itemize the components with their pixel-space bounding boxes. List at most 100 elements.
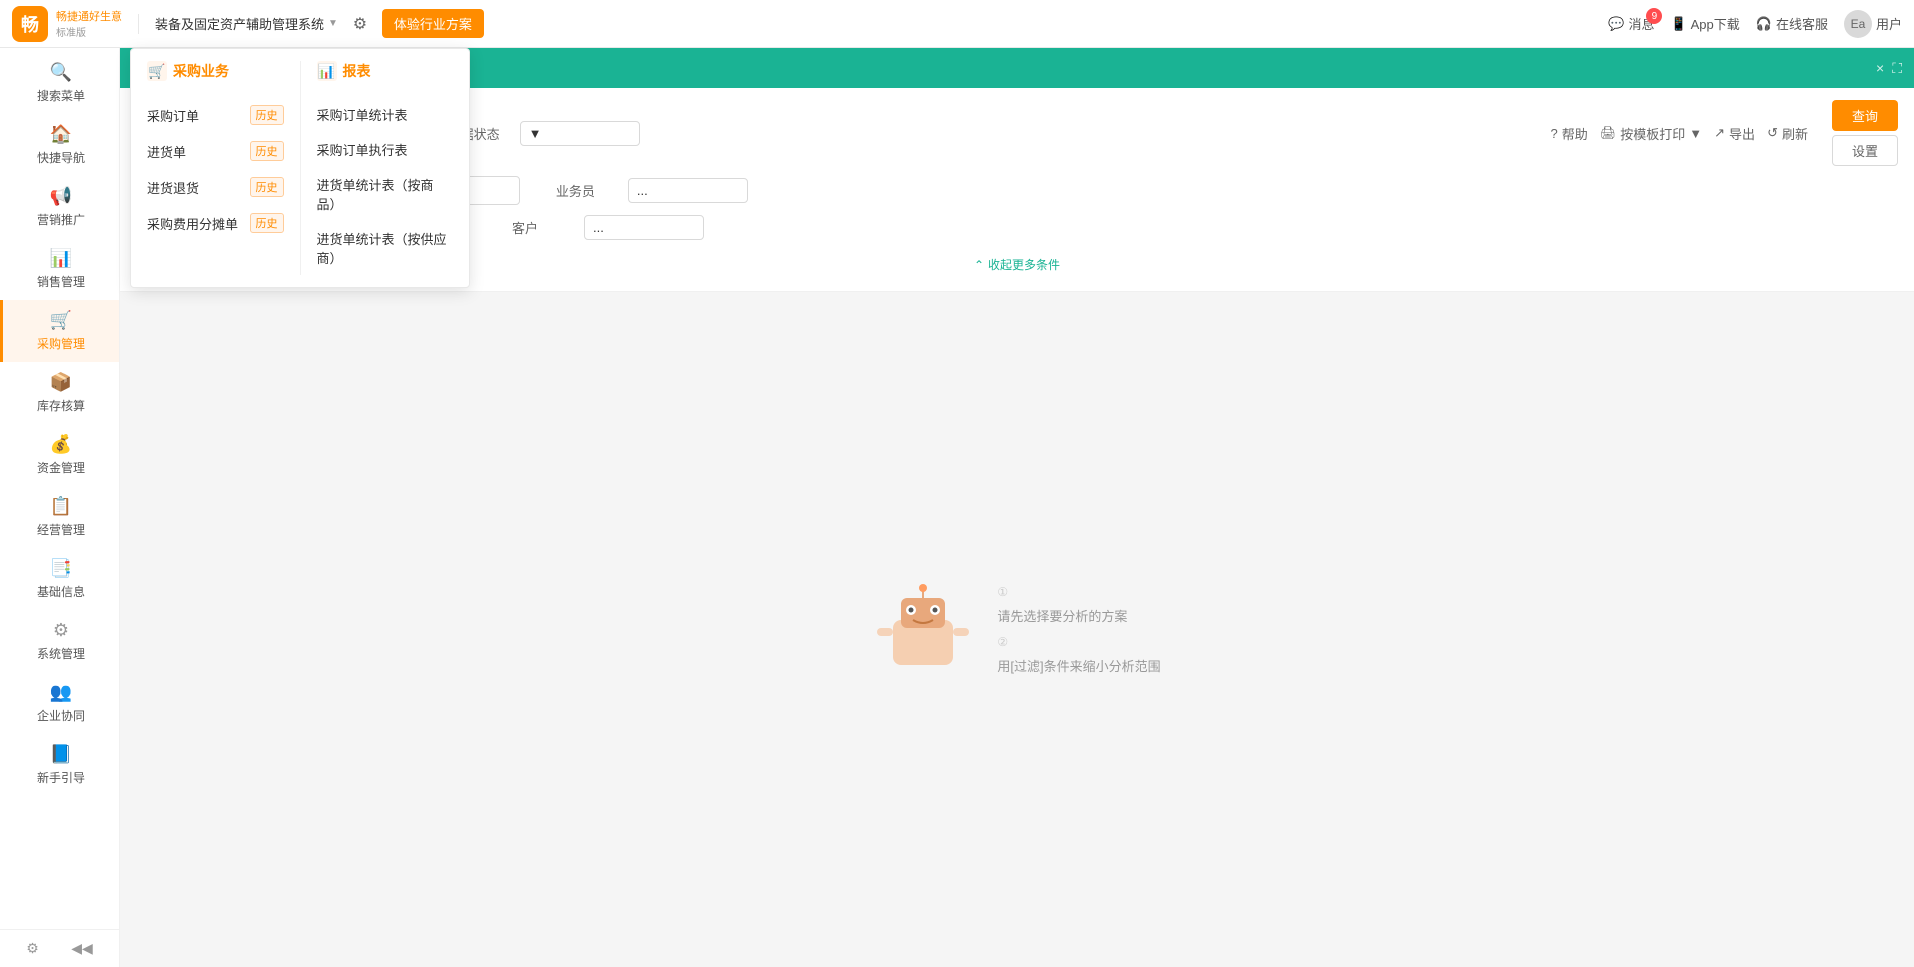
hist-badge: 历史: [250, 213, 284, 233]
dropdown-report-header: 📊 报表: [317, 61, 454, 87]
system-icon: ⚙: [53, 620, 69, 641]
refresh-label: 刷新: [1782, 124, 1808, 143]
menu-purchase-return[interactable]: 进货退货 历史: [147, 169, 284, 205]
top-nav-right: 💬 消息 9 📱 App下载 🎧 在线客服 Ea 用户: [1608, 10, 1902, 38]
app-logo: 畅 畅捷通好生意 标准版: [12, 6, 122, 42]
headset-icon: 🎧: [1756, 16, 1772, 32]
close-all-btn[interactable]: ×: [1876, 60, 1884, 76]
sidebar-item-inventory[interactable]: 📦 库存核算: [0, 362, 119, 424]
help-btn[interactable]: ? 帮助: [1550, 124, 1587, 143]
sidebar-item-quick-nav[interactable]: 🏠 快捷导航: [0, 114, 119, 176]
empty-hint-1: ① 请先选择要分析的方案: [997, 580, 1160, 630]
sidebar-item-cooperation[interactable]: 👥 企业协同: [0, 672, 119, 734]
sidebar-item-newbie[interactable]: 📘 新手引导: [0, 734, 119, 796]
business-icon: 🛒: [147, 61, 167, 81]
export-btn[interactable]: ↗ 导出: [1714, 124, 1755, 143]
sidebar-item-label: 搜索菜单: [37, 87, 85, 104]
sidebar-item-system[interactable]: ⚙ 系统管理: [0, 610, 119, 672]
online-service-btn[interactable]: 🎧 在线客服: [1756, 14, 1828, 33]
empty-content: ① 请先选择要分析的方案 ② 用[过滤]条件来缩小分析范围: [873, 580, 1160, 680]
refresh-icon: ↺: [1767, 125, 1778, 141]
empty-hint-2: ② 用[过滤]条件来缩小分析范围: [997, 630, 1160, 680]
customer-label: 客户: [512, 218, 572, 237]
chevron-down-icon: ▼: [328, 18, 338, 29]
sidebar: 🔍 搜索菜单 🏠 快捷导航 📢 营销推广 📊 销售管理 🛒 采购管理 📦: [0, 48, 120, 967]
ellipsis-icon: ...: [593, 220, 604, 235]
sidebar-item-label: 营销推广: [37, 211, 85, 228]
sidebar-collapse-btn[interactable]: ◀◀: [71, 940, 93, 957]
collapse-icon: ⌃: [974, 258, 984, 272]
basic-info-icon: 📑: [50, 558, 72, 579]
doc-status-select[interactable]: ▼: [520, 121, 640, 146]
sidebar-item-operations[interactable]: 📋 经营管理: [0, 486, 119, 548]
sidebar-item-label: 库存核算: [37, 397, 85, 414]
sidebar-settings-btn[interactable]: ⚙: [26, 940, 39, 957]
sidebar-item-label: 资金管理: [37, 459, 85, 476]
help-icon: ?: [1550, 126, 1557, 141]
settings-icon-btn[interactable]: ⚙: [346, 10, 374, 38]
sidebar-menu: 🔍 搜索菜单 🏠 快捷导航 📢 营销推广 📊 销售管理 🛒 采购管理 📦: [0, 48, 119, 929]
user-btn[interactable]: Ea 用户: [1844, 10, 1902, 38]
menu-order-stat[interactable]: 采购订单统计表: [317, 97, 454, 132]
menu-purchase-expense[interactable]: 采购费用分摊单 历史: [147, 205, 284, 241]
empty-illustration: [873, 580, 973, 680]
hist-badge: 历史: [250, 177, 284, 197]
app-download-label: App下载: [1691, 14, 1740, 33]
logo-icon: 畅: [12, 6, 48, 42]
sidebar-item-sales[interactable]: 📊 销售管理: [0, 238, 119, 300]
industry-btn[interactable]: 体验行业方案: [382, 9, 484, 38]
report-icon: 📊: [317, 61, 337, 81]
menu-purchase-receipt[interactable]: 进货单 历史: [147, 133, 284, 169]
sidebar-item-marketing[interactable]: 📢 营销推广: [0, 176, 119, 238]
logo-text: 畅捷通好生意: [56, 10, 122, 24]
top-navbar: 畅 畅捷通好生意 标准版 装备及固定资产辅助管理系统 ▼ ⚙ 体验行业方案 💬 …: [0, 0, 1914, 48]
robot-svg: [873, 580, 973, 680]
fullscreen-btn[interactable]: ⛶: [1892, 60, 1902, 77]
sidebar-item-label: 快捷导航: [37, 149, 85, 166]
salesperson-input[interactable]: ...: [628, 178, 748, 203]
print-btn[interactable]: 🖨 按模板打印 ▼: [1600, 124, 1702, 143]
refresh-btn[interactable]: ↺ 刷新: [1767, 124, 1808, 143]
purchase-dropdown-menu: 🛒 采购业务 采购订单 历史 进货单 历史 进货退货 历史 采购费用分摊单 历史: [130, 48, 470, 288]
hist-badge: 历史: [250, 141, 284, 161]
help-label: 帮助: [1562, 124, 1588, 143]
nav-divider: [138, 14, 139, 34]
inventory-icon: 📦: [50, 372, 72, 393]
system-title-dropdown[interactable]: 装备及固定资产辅助管理系统 ▼: [155, 14, 338, 33]
customer-input[interactable]: ...: [584, 215, 704, 240]
dropdown-cols: 🛒 采购业务 采购订单 历史 进货单 历史 进货退货 历史 采购费用分摊单 历史: [131, 61, 469, 275]
print-chevron: ▼: [1689, 126, 1702, 141]
top-nav-left: 畅 畅捷通好生意 标准版 装备及固定资产辅助管理系统 ▼ ⚙ 体验行业方案: [12, 6, 1608, 42]
online-service-label: 在线客服: [1776, 14, 1828, 33]
message-badge: 9: [1646, 8, 1662, 24]
print-label: 按模板打印: [1620, 124, 1685, 143]
sidebar-item-label: 企业协同: [37, 707, 85, 724]
operations-icon: 📋: [50, 496, 72, 517]
empty-text: ① 请先选择要分析的方案 ② 用[过滤]条件来缩小分析范围: [997, 580, 1160, 680]
filter-actions-right: ? 帮助 🖨 按模板打印 ▼ ↗ 导出 ↺ 刷新: [1550, 124, 1808, 143]
sidebar-item-purchase[interactable]: 🛒 采购管理: [0, 300, 119, 362]
query-btn[interactable]: 查询: [1832, 100, 1898, 131]
filter-query-col: 查询 设置: [1832, 100, 1898, 166]
dropdown-business-header: 🛒 采购业务: [147, 61, 284, 87]
sidebar-item-basic-info[interactable]: 📑 基础信息: [0, 548, 119, 610]
salesperson-label: 业务员: [556, 181, 616, 200]
settings-btn[interactable]: 设置: [1832, 135, 1898, 166]
avatar: Ea: [1844, 10, 1872, 38]
empty-state: ① 请先选择要分析的方案 ② 用[过滤]条件来缩小分析范围: [120, 292, 1914, 967]
sidebar-item-search[interactable]: 🔍 搜索菜单: [0, 52, 119, 114]
sidebar-item-label: 系统管理: [37, 645, 85, 662]
message-btn[interactable]: 💬 消息 9: [1608, 14, 1654, 33]
report-col-title: 报表: [343, 61, 371, 81]
collapse-label: 收起更多条件: [988, 256, 1060, 273]
menu-receipt-stat-supplier[interactable]: 进货单统计表（按供应商）: [317, 221, 454, 275]
menu-order-exec[interactable]: 采购订单执行表: [317, 132, 454, 167]
menu-purchase-order[interactable]: 采购订单 历史: [147, 97, 284, 133]
app-download-btn[interactable]: 📱 App下载: [1670, 14, 1739, 33]
menu-receipt-stat-goods[interactable]: 进货单统计表（按商品）: [317, 167, 454, 221]
sidebar-item-finance[interactable]: 💰 资金管理: [0, 424, 119, 486]
hist-badge: 历史: [250, 105, 284, 125]
newbie-icon: 📘: [50, 744, 72, 765]
business-col-title: 采购业务: [173, 61, 229, 81]
export-icon: ↗: [1714, 125, 1725, 141]
